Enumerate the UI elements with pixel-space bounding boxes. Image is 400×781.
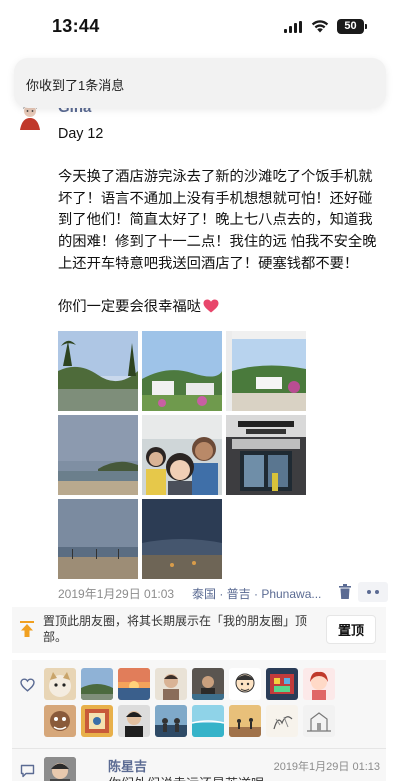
status-bar: 13:44 50 [0,0,400,54]
pin-card: 置顶此朋友圈，将其长期展示在「我的朋友圈」顶部。 置顶 [12,607,386,653]
post-location[interactable]: 泰国 · 普吉 · Phunawa... [192,585,332,602]
liker-avatar-8[interactable] [303,668,335,700]
liker-avatar-2[interactable] [81,668,113,700]
pin-to-top-button[interactable]: 置顶 [326,615,376,644]
comment-time: 2019年1月29日 01:13 [273,761,380,773]
post-photo-7[interactable] [58,499,138,579]
liker-avatar-12[interactable] [155,705,187,737]
more-icon[interactable] [358,582,388,602]
liker-avatar-14[interactable] [229,705,261,737]
liker-avatar-11[interactable] [118,705,150,737]
post-photo-3[interactable] [226,331,306,411]
liker-avatar-7[interactable] [266,668,298,700]
post-photo-6[interactable] [226,415,306,495]
comment-text[interactable]: 你们外们说幸运还是苦逆呢 [108,773,264,781]
trash-icon[interactable] [338,584,352,600]
like-heart-icon [20,678,35,692]
commenter-avatar[interactable] [44,757,76,781]
pin-top-icon [20,621,34,637]
liker-avatar-6[interactable] [229,668,261,700]
notification-banner[interactable]: 你收到了1条消息 [14,58,386,108]
status-time: 13:44 [52,16,100,36]
liker-avatar-9[interactable] [44,705,76,737]
signal-icon [284,21,302,33]
liker-avatar-10[interactable] [81,705,113,737]
post-photo-2[interactable] [142,331,222,411]
post-day: Day 12 [58,126,104,142]
notification-text: 你收到了1条消息 [26,78,125,93]
post-time: 2019年1月29日 01:03 [58,587,175,601]
liker-avatar-5[interactable] [192,668,224,700]
liker-avatar-15[interactable] [266,705,298,737]
post-closing: 你们一定要会很幸福哒 [58,297,380,319]
post-text: Day 12 今天换了酒店游完泳去了新的沙滩吃了个饭手机就坏了！语言不通加上没有… [58,124,380,318]
divider [12,748,386,749]
liker-avatar-1[interactable] [44,668,76,700]
post-photo-8[interactable] [142,499,222,579]
liker-avatar-16[interactable] [303,705,335,737]
post-body: 今天换了酒店游完泳去了新的沙滩吃了个饭手机就坏了！语言不通加上没有手机想想就可怕… [58,169,377,272]
wifi-icon [311,20,329,33]
post-photo-5[interactable] [142,415,222,495]
pin-description: 置顶此朋友圈，将其长期展示在「我的朋友圈」顶部。 [43,614,308,644]
post-meta: 2019年1月29日 01:03 泰国 · 普吉 · Phunawa... [58,582,388,602]
comment-icon [20,764,35,778]
liker-avatar-3[interactable] [118,668,150,700]
heart-icon [203,299,219,313]
post-photo-4[interactable] [58,415,138,495]
likes-section: 陈星吉 2019年1月29日 01:13 你们外们说幸运还是苦逆呢 [12,660,386,781]
post-photo-1[interactable] [58,331,138,411]
liker-avatar-13[interactable] [192,705,224,737]
liker-avatar-4[interactable] [155,668,187,700]
battery-icon: 50 [337,19,367,34]
